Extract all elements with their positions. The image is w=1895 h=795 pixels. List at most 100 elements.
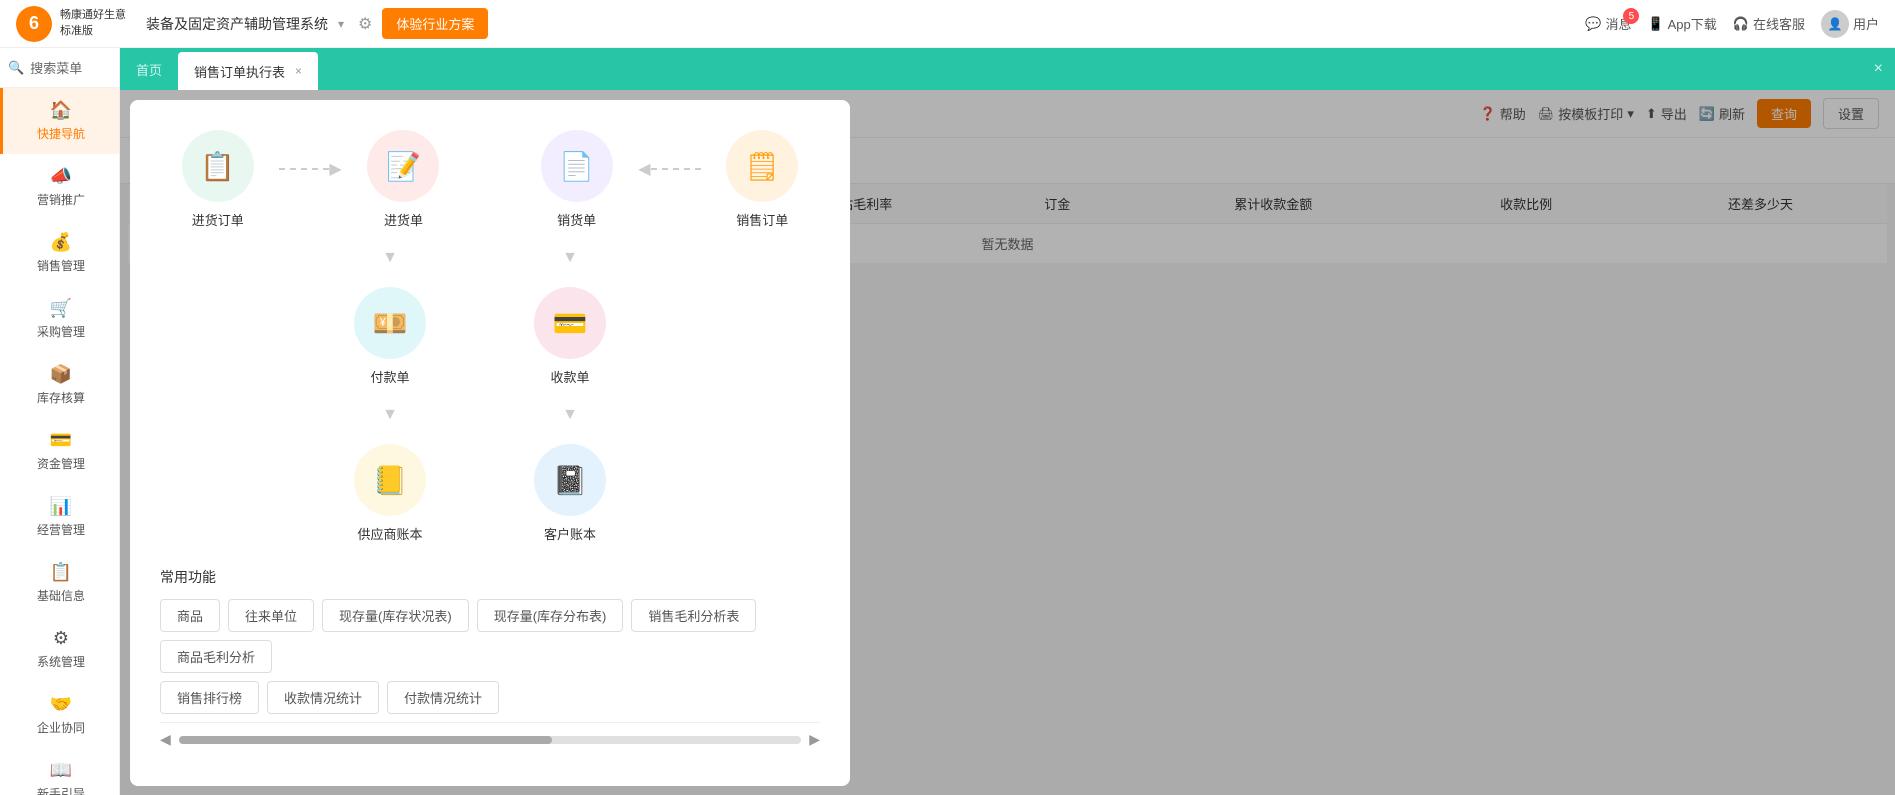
flow-row-3: 📒 供应商账本 📓 客户账本 — [160, 444, 820, 543]
purchase-order-circle: 📋 — [182, 130, 254, 202]
cf-btn-sales-profit[interactable]: 销售毛利分析表 — [631, 599, 756, 632]
sidebar-label-system: 系统管理 — [37, 653, 85, 670]
quick-icon: 🏠 — [50, 100, 72, 121]
app-icon: 📱 — [1647, 16, 1663, 32]
cf-btn-payment-stats[interactable]: 付款情况统计 — [387, 681, 499, 714]
cf-btn-stock-status[interactable]: 现存量(库存状况表) — [322, 599, 469, 632]
common-functions: 常用功能 商品 往来单位 现存量(库存状况表) 现存量(库存分布表) 销售毛利分… — [160, 567, 820, 714]
arrow-down-supplier: ▼ — [330, 406, 450, 424]
scroll-left-icon[interactable]: ◀ — [160, 731, 171, 748]
tab-home[interactable]: 首页 — [120, 48, 178, 90]
app-download-item[interactable]: 📱 App下载 — [1647, 14, 1716, 33]
flow-diagram: 📋 进货订单 ▶ — [160, 130, 820, 543]
purchase-receipt-label: 进货单 — [384, 210, 423, 229]
service-item[interactable]: 🎧 在线客服 — [1733, 14, 1805, 33]
sidebar-label-guide: 新手引导 — [37, 785, 85, 795]
node-sales-order[interactable]: 🗒 销售订单 — [705, 130, 820, 229]
cf-btn-product-profit[interactable]: 商品毛利分析 — [160, 640, 272, 673]
system-icon: ⚙ — [53, 628, 69, 649]
sidebar-item-purchase[interactable]: 🛒 采购管理 — [0, 286, 119, 352]
sidebar-item-collab[interactable]: 🤝 企业协同 — [0, 682, 119, 748]
scroll-right-icon[interactable]: ▶ — [809, 731, 820, 748]
vertical-arrows-row2: ▼ ▼ — [160, 406, 820, 424]
payment-label: 付款单 — [370, 367, 409, 386]
logo-line2: 标准版 — [60, 24, 126, 39]
receipt-label: 收款单 — [550, 367, 589, 386]
customer-ledger-circle: 📓 — [534, 444, 606, 516]
cf-btn-partner[interactable]: 往来单位 — [228, 599, 314, 632]
sidebar-search[interactable]: 🔍 搜索菜单 — [0, 48, 119, 88]
user-item[interactable]: 👤 用户 — [1821, 10, 1879, 38]
node-supplier-ledger[interactable]: 📒 供应商账本 — [330, 444, 450, 543]
sidebar-item-marketing[interactable]: 📣 营销推广 — [0, 154, 119, 220]
node-sale-invoice[interactable]: 📄 销货单 — [519, 130, 634, 229]
tab-close-icon[interactable]: × — [295, 64, 302, 78]
node-customer-ledger[interactable]: 📓 客户账本 — [510, 444, 630, 543]
sales-order-icon: 🗒 — [745, 150, 781, 183]
gear-icon[interactable]: ⚙ — [358, 14, 372, 34]
sidebar-label-finance: 资金管理 — [37, 455, 85, 472]
arrow-down-customer: ▼ — [510, 406, 630, 424]
logo: 6 畅康通好生意 标准版 — [16, 6, 136, 42]
cf-title: 常用功能 — [160, 567, 820, 587]
purchase-receipt-circle: 📝 — [367, 130, 439, 202]
dropdown-icon[interactable]: ▾ — [338, 17, 344, 31]
sidebar-item-finance[interactable]: 💳 资金管理 — [0, 418, 119, 484]
sidebar-item-guide[interactable]: 📖 新手引导 — [0, 748, 119, 795]
sidebar-item-operations[interactable]: 📊 经营管理 — [0, 484, 119, 550]
arrow-salesorder-to-invoice: ◀ — [634, 159, 704, 179]
sidebar-item-inventory[interactable]: 📦 库存核算 — [0, 352, 119, 418]
cf-buttons: 商品 往来单位 现存量(库存状况表) 现存量(库存分布表) 销售毛利分析表 商品… — [160, 599, 820, 673]
sidebar-label-basic: 基础信息 — [37, 587, 85, 604]
supplier-ledger-circle: 📒 — [354, 444, 426, 516]
sidebar-label-collab: 企业协同 — [37, 719, 85, 736]
message-icon: 💬 — [1585, 16, 1601, 32]
search-icon: 🔍 — [8, 60, 24, 76]
search-label: 搜索菜单 — [30, 58, 82, 77]
cf-btn-receipt-stats[interactable]: 收款情况统计 — [267, 681, 379, 714]
message-item[interactable]: 💬 消息 5 — [1585, 14, 1631, 33]
arrow-down-receipt: ▼ — [510, 249, 630, 267]
sale-invoice-icon: 📄 — [559, 150, 594, 183]
node-purchase-receipt[interactable]: 📝 进货单 — [346, 130, 461, 229]
inventory-icon: 📦 — [50, 364, 72, 385]
tab-bar-close-icon[interactable]: × — [1874, 60, 1883, 78]
sidebar-item-quick[interactable]: 🏠 快捷导航 — [0, 88, 119, 154]
user-label: 用户 — [1853, 14, 1879, 33]
cf-btn-product[interactable]: 商品 — [160, 599, 220, 632]
purchase-order-icon: 📋 — [200, 150, 235, 183]
try-button[interactable]: 体验行业方案 — [382, 8, 488, 39]
tab-bar: 首页 销售订单执行表 × × — [120, 48, 1895, 90]
vertical-arrows-row1: ▼ ▼ — [160, 249, 820, 267]
sidebar-label-operations: 经营管理 — [37, 521, 85, 538]
node-receipt[interactable]: 💳 收款单 — [510, 287, 630, 386]
sidebar-item-sales[interactable]: 💰 销售管理 — [0, 220, 119, 286]
purchase-receipt-icon: 📝 — [386, 150, 421, 183]
sale-invoice-label: 销货单 — [557, 210, 596, 229]
tab-home-label: 首页 — [136, 60, 162, 79]
customer-ledger-icon: 📓 — [553, 464, 588, 497]
node-payment[interactable]: 💴 付款单 — [330, 287, 450, 386]
sale-invoice-circle: 📄 — [541, 130, 613, 202]
arrow-purchase-to-receipt: ▶ — [275, 159, 345, 179]
guide-icon: 📖 — [50, 760, 72, 781]
sales-icon: 💰 — [50, 232, 72, 253]
sidebar: 🔍 搜索菜单 🏠 快捷导航 📣 营销推广 💰 销售管理 🛒 采购管理 📦 — [0, 48, 120, 795]
sidebar-item-system[interactable]: ⚙ 系统管理 — [0, 616, 119, 682]
avatar: 👤 — [1821, 10, 1849, 38]
node-purchase-order[interactable]: 📋 进货订单 — [160, 130, 275, 229]
topbar-right: 💬 消息 5 📱 App下载 🎧 在线客服 👤 用户 — [1585, 10, 1879, 38]
customer-ledger-label: 客户账本 — [544, 524, 596, 543]
sidebar-label-inventory: 库存核算 — [37, 389, 85, 406]
cf-btn-sales-rank[interactable]: 销售排行榜 — [160, 681, 259, 714]
tab-sales-order-exec[interactable]: 销售订单执行表 × — [178, 52, 318, 90]
scroll-track[interactable] — [179, 736, 801, 744]
sidebar-item-basic[interactable]: 📋 基础信息 — [0, 550, 119, 616]
collab-icon: 🤝 — [50, 694, 72, 715]
cf-btn-stock-dist[interactable]: 现存量(库存分布表) — [477, 599, 624, 632]
arrow-down-payment: ▼ — [330, 249, 450, 267]
purchase-order-label: 进货订单 — [192, 210, 244, 229]
sales-order-label: 销售订单 — [736, 210, 788, 229]
sidebar-label-sales: 销售管理 — [37, 257, 85, 274]
tab-sales-order-exec-label: 销售订单执行表 — [194, 62, 285, 81]
